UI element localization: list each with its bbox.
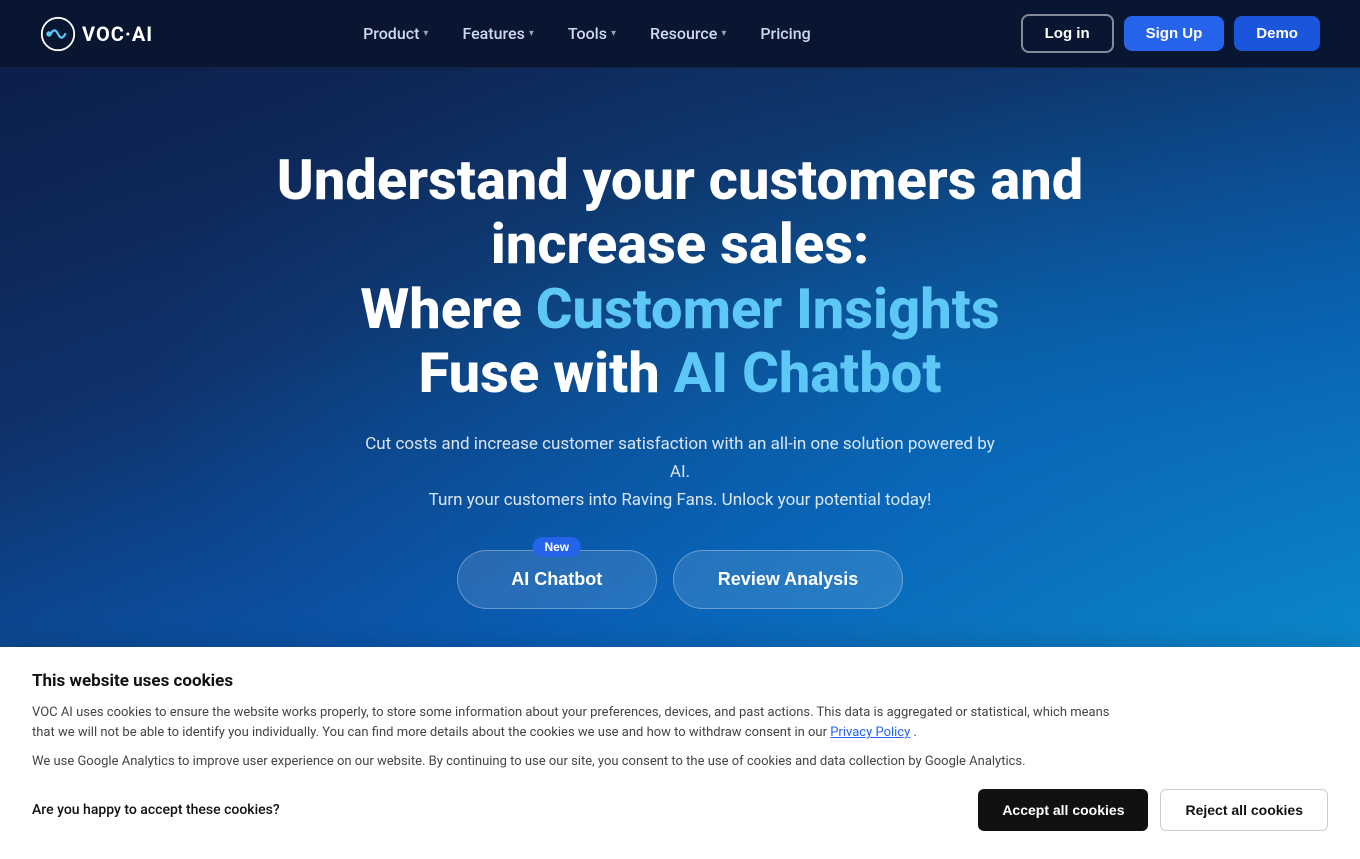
- cookie-footer: Are you happy to accept these cookies? A…: [32, 789, 1328, 831]
- cookie-banner: This website uses cookies VOC AI uses co…: [0, 647, 1360, 859]
- login-button[interactable]: Log in: [1021, 14, 1114, 53]
- hero-buttons: New AI Chatbot Review Analysis: [457, 550, 903, 609]
- signup-button[interactable]: Sign Up: [1124, 16, 1225, 51]
- privacy-policy-link[interactable]: Privacy Policy: [830, 725, 910, 740]
- cookie-title: This website uses cookies: [32, 671, 1328, 691]
- accept-cookies-button[interactable]: Accept all cookies: [978, 789, 1148, 831]
- new-badge: New: [532, 537, 581, 557]
- nav-links: Product ▾ Features ▾ Tools ▾ Resource ▾ …: [349, 16, 825, 51]
- cookie-question: Are you happy to accept these cookies?: [32, 802, 280, 818]
- chevron-down-icon: ▾: [423, 28, 428, 39]
- cookie-body: VOC AI uses cookies to ensure the websit…: [32, 703, 1132, 745]
- nav-pricing[interactable]: Pricing: [746, 16, 824, 51]
- demo-button[interactable]: Demo: [1234, 16, 1320, 51]
- chevron-down-icon: ▾: [721, 28, 726, 39]
- cookie-actions: Accept all cookies Reject all cookies: [978, 789, 1328, 831]
- review-analysis-button[interactable]: Review Analysis: [673, 550, 903, 609]
- nav-actions: Log in Sign Up Demo: [1021, 14, 1320, 53]
- nav-product[interactable]: Product ▾: [349, 16, 442, 51]
- chevron-down-icon: ▾: [529, 28, 534, 39]
- cookie-analytics: We use Google Analytics to improve user …: [32, 752, 1132, 773]
- nav-features[interactable]: Features ▾: [448, 16, 547, 51]
- logo-text: VOC·AI: [82, 22, 153, 46]
- hero-title: Understand your customers and increase s…: [230, 148, 1130, 406]
- nav-resource[interactable]: Resource ▾: [636, 16, 740, 51]
- navbar: VOC·AI Product ▾ Features ▾ Tools ▾ Reso…: [0, 0, 1360, 68]
- hero-subtitle: Cut costs and increase customer satisfac…: [360, 430, 1000, 514]
- logo[interactable]: VOC·AI: [40, 16, 153, 52]
- ai-chatbot-button[interactable]: New AI Chatbot: [457, 550, 657, 609]
- nav-tools[interactable]: Tools ▾: [554, 16, 630, 51]
- reject-cookies-button[interactable]: Reject all cookies: [1160, 789, 1328, 831]
- chevron-down-icon: ▾: [611, 28, 616, 39]
